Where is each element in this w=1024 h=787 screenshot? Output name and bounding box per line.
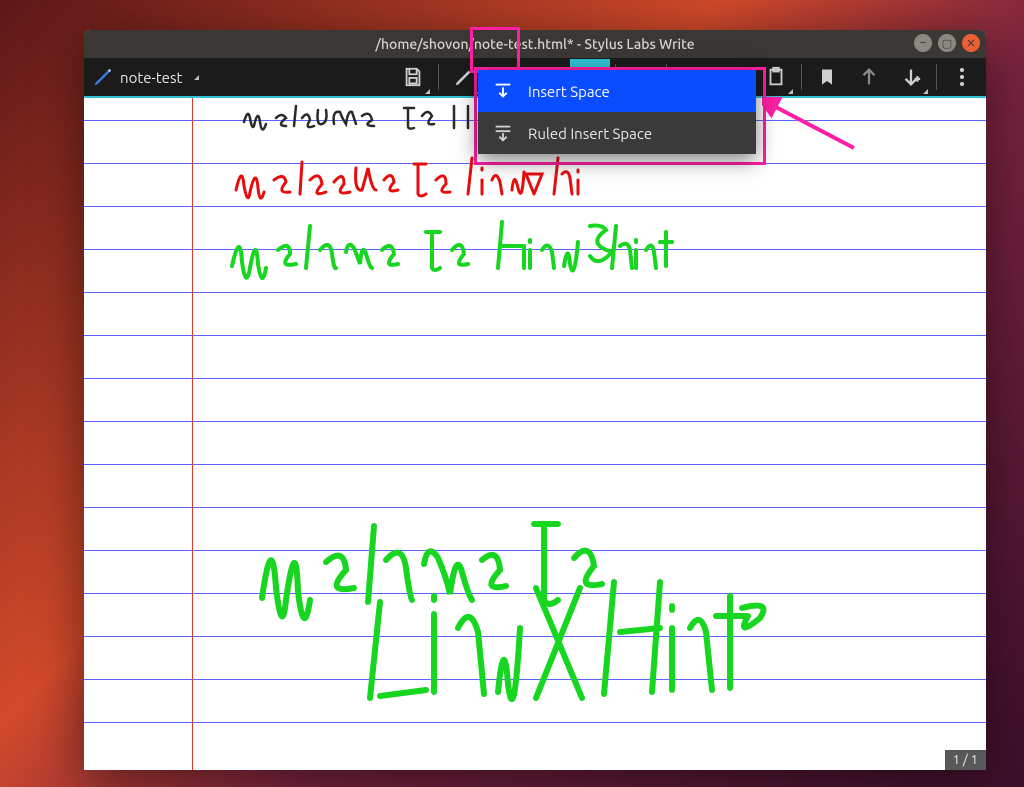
insert-space-menu: Insert Space Ruled Insert Space bbox=[478, 70, 756, 154]
prev-page-button[interactable] bbox=[849, 59, 889, 95]
menu-item-label: Insert Space bbox=[528, 83, 610, 100]
canvas[interactable]: 1 / 1 bbox=[84, 98, 986, 770]
ink-line-2 bbox=[236, 158, 578, 198]
save-button[interactable] bbox=[393, 59, 433, 95]
doc-label: note-test bbox=[120, 69, 182, 86]
ink-line-3 bbox=[232, 222, 672, 278]
menu-button[interactable] bbox=[942, 59, 982, 95]
insert-space-icon bbox=[492, 80, 514, 102]
ruled-insert-space-icon bbox=[492, 122, 514, 144]
window-title: /home/shovon/note-test.html* - Stylus La… bbox=[375, 36, 694, 52]
menu-item-insert-space[interactable]: Insert Space bbox=[478, 70, 756, 112]
bookmark-button[interactable] bbox=[807, 59, 847, 95]
paste-button[interactable] bbox=[756, 59, 796, 95]
window-controls: – ▢ ✕ bbox=[914, 34, 980, 52]
doc-tab[interactable]: note-test bbox=[88, 64, 209, 90]
titlebar: /home/shovon/note-test.html* - Stylus La… bbox=[84, 30, 986, 58]
menu-item-label: Ruled Insert Space bbox=[528, 125, 652, 142]
chevron-down-icon bbox=[194, 75, 199, 80]
page-indicator: 1 / 1 bbox=[945, 750, 986, 770]
handwriting-layer bbox=[84, 98, 986, 770]
next-page-button[interactable] bbox=[891, 59, 931, 95]
menu-item-ruled-insert-space[interactable]: Ruled Insert Space bbox=[478, 112, 756, 154]
pencil-icon bbox=[92, 66, 114, 88]
ink-big bbox=[262, 524, 763, 699]
maximize-button[interactable]: ▢ bbox=[938, 34, 956, 52]
minimize-button[interactable]: – bbox=[914, 34, 932, 52]
close-button[interactable]: ✕ bbox=[962, 34, 980, 52]
